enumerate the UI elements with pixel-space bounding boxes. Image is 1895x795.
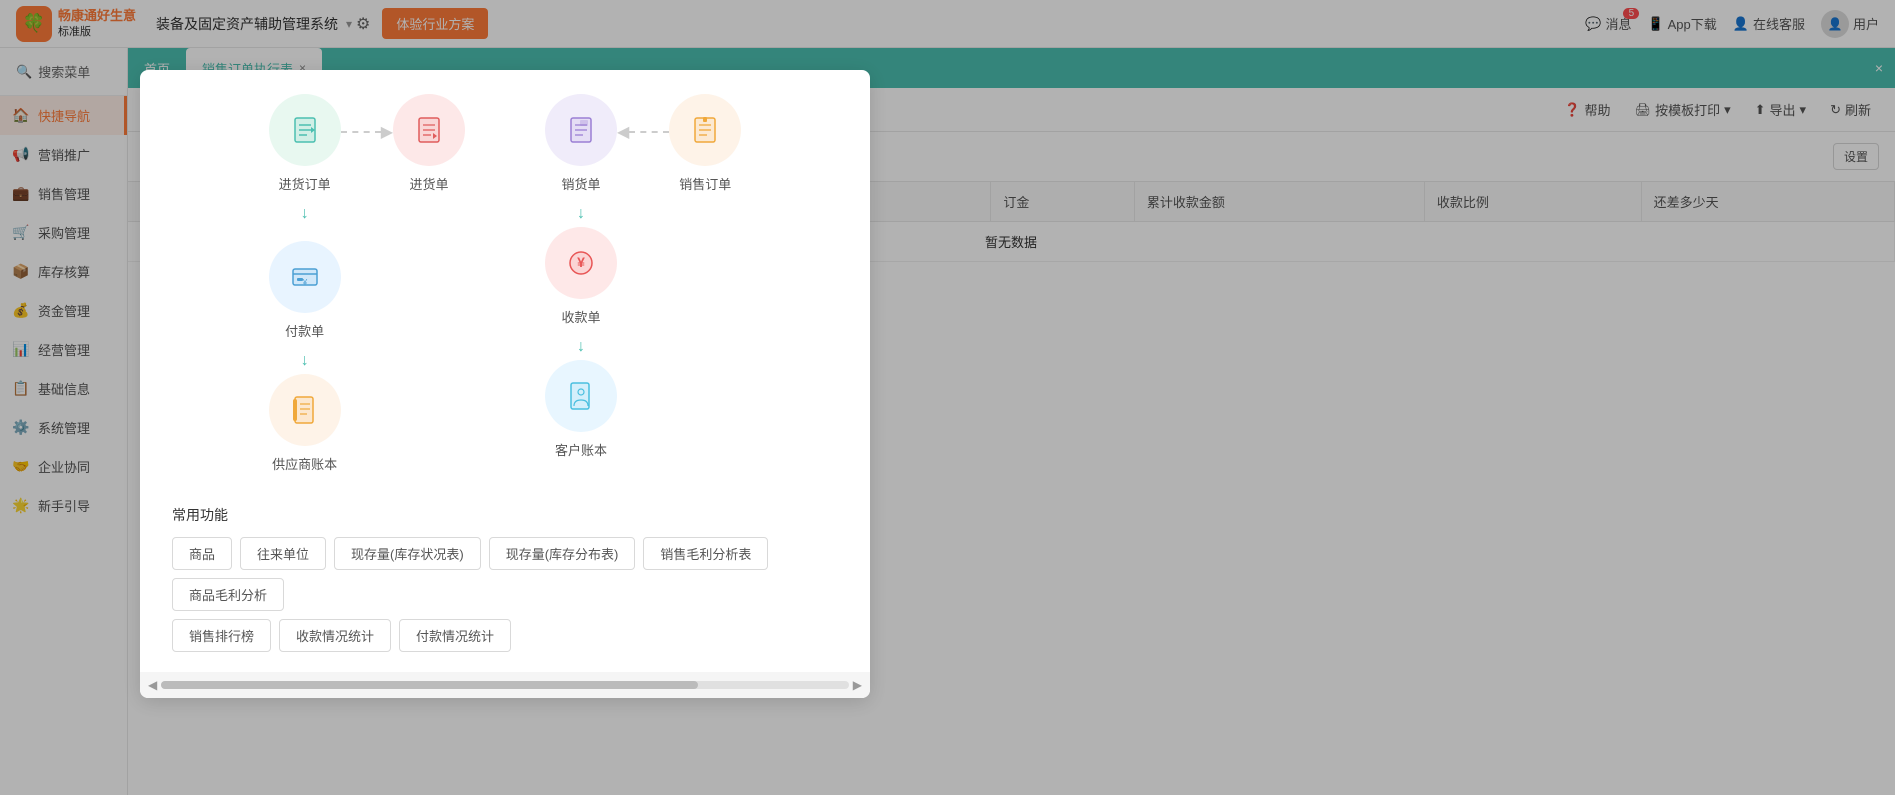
- purchase-order-icon: [289, 114, 321, 146]
- sales-order-circle: [669, 94, 741, 166]
- func-buttons-row2: 销售排行榜 收款情况统计 付款情况统计: [172, 619, 838, 652]
- modal-scrollbar: ◀ ▶: [140, 672, 870, 698]
- scrollbar-thumb: [161, 681, 697, 689]
- payment-icon: ¥: [289, 261, 321, 293]
- receipt-label: 收款单: [561, 307, 600, 326]
- arrow-down-4: ↓: [577, 205, 585, 223]
- supplier-ledger-icon: [289, 394, 321, 426]
- svg-text:¥: ¥: [301, 278, 307, 287]
- supplier-ledger-label: 供应商账本: [272, 454, 337, 473]
- scroll-left-icon[interactable]: ◀: [148, 678, 157, 692]
- func-btn-receipt-stats[interactable]: 收款情况统计: [279, 619, 391, 652]
- func-btn-product[interactable]: 商品: [172, 537, 232, 570]
- payment-circle: ¥: [269, 241, 341, 313]
- purchase-order-label: 进货订单: [279, 174, 331, 193]
- h-arrow-2: ◀: [617, 94, 669, 142]
- scrollbar-track[interactable]: [161, 681, 849, 689]
- func-btn-stock-status[interactable]: 现存量(库存状况表): [334, 537, 481, 570]
- flow-node-sales-bill[interactable]: 销货单: [545, 94, 617, 193]
- arrow-down-3: ↓: [301, 352, 309, 370]
- sales-order-icon: [689, 114, 721, 146]
- flow-col2: 进货单: [393, 94, 465, 321]
- flow-diagram: 进货订单 ↓ ¥: [172, 94, 838, 481]
- flow-col4: 销售订单: [669, 94, 741, 201]
- flow-node-sales-order[interactable]: 销售订单: [669, 94, 741, 193]
- flow-col3: 销货单 ↓ ¥ 收款单 ↓: [545, 94, 617, 467]
- func-buttons: 商品 往来单位 现存量(库存状况表) 现存量(库存分布表) 销售毛利分析表 商品…: [172, 537, 838, 611]
- modal-box: 进货订单 ↓ ¥: [140, 70, 870, 698]
- arrow-down-5: ↓: [577, 338, 585, 356]
- arrow-down-1: ↓: [301, 205, 309, 223]
- supplier-ledger-circle: [269, 374, 341, 446]
- flow-node-purchase-bill[interactable]: 进货单: [393, 94, 465, 193]
- func-btn-product-profit[interactable]: 商品毛利分析: [172, 578, 284, 611]
- flow-node-supplier-ledger[interactable]: 供应商账本: [269, 374, 341, 473]
- receipt-circle: ¥: [545, 227, 617, 299]
- func-btn-payment-stats[interactable]: 付款情况统计: [399, 619, 511, 652]
- sales-bill-label: 销货单: [561, 174, 600, 193]
- common-title: 常用功能: [172, 505, 838, 525]
- scroll-right-icon[interactable]: ▶: [853, 678, 862, 692]
- func-btn-partners[interactable]: 往来单位: [240, 537, 326, 570]
- func-btn-sales-profit[interactable]: 销售毛利分析表: [643, 537, 768, 570]
- receipt-icon: ¥: [565, 247, 597, 279]
- flow-node-payment[interactable]: ¥ 付款单: [269, 241, 341, 340]
- customer-ledger-circle: [545, 360, 617, 432]
- customer-ledger-label: 客户账本: [555, 440, 607, 459]
- purchase-bill-circle: [393, 94, 465, 166]
- flow-node-purchase-order[interactable]: 进货订单: [269, 94, 341, 193]
- flow-node-customer-ledger[interactable]: 客户账本: [545, 360, 617, 459]
- func-btn-sales-rank[interactable]: 销售排行榜: [172, 619, 271, 652]
- modal-content: 进货订单 ↓ ¥: [140, 70, 870, 672]
- sales-bill-circle: [545, 94, 617, 166]
- h-arrow-1: ▶: [341, 94, 393, 142]
- flow-left-col: 进货订单 ↓ ¥: [269, 94, 341, 481]
- common-functions: 常用功能 商品 往来单位 现存量(库存状况表) 现存量(库存分布表) 销售毛利分…: [172, 505, 838, 652]
- func-btn-stock-dist[interactable]: 现存量(库存分布表): [489, 537, 636, 570]
- purchase-bill-icon: [413, 114, 445, 146]
- flow-node-receipt[interactable]: ¥ 收款单: [545, 227, 617, 326]
- sales-order-label: 销售订单: [679, 174, 731, 193]
- modal-overlay[interactable]: 进货订单 ↓ ¥: [0, 0, 1895, 795]
- purchase-bill-label: 进货单: [409, 174, 448, 193]
- svg-text:¥: ¥: [577, 254, 585, 270]
- purchase-order-circle: [269, 94, 341, 166]
- customer-ledger-icon: [565, 380, 597, 412]
- sales-bill-icon: [565, 114, 597, 146]
- payment-label: 付款单: [285, 321, 324, 340]
